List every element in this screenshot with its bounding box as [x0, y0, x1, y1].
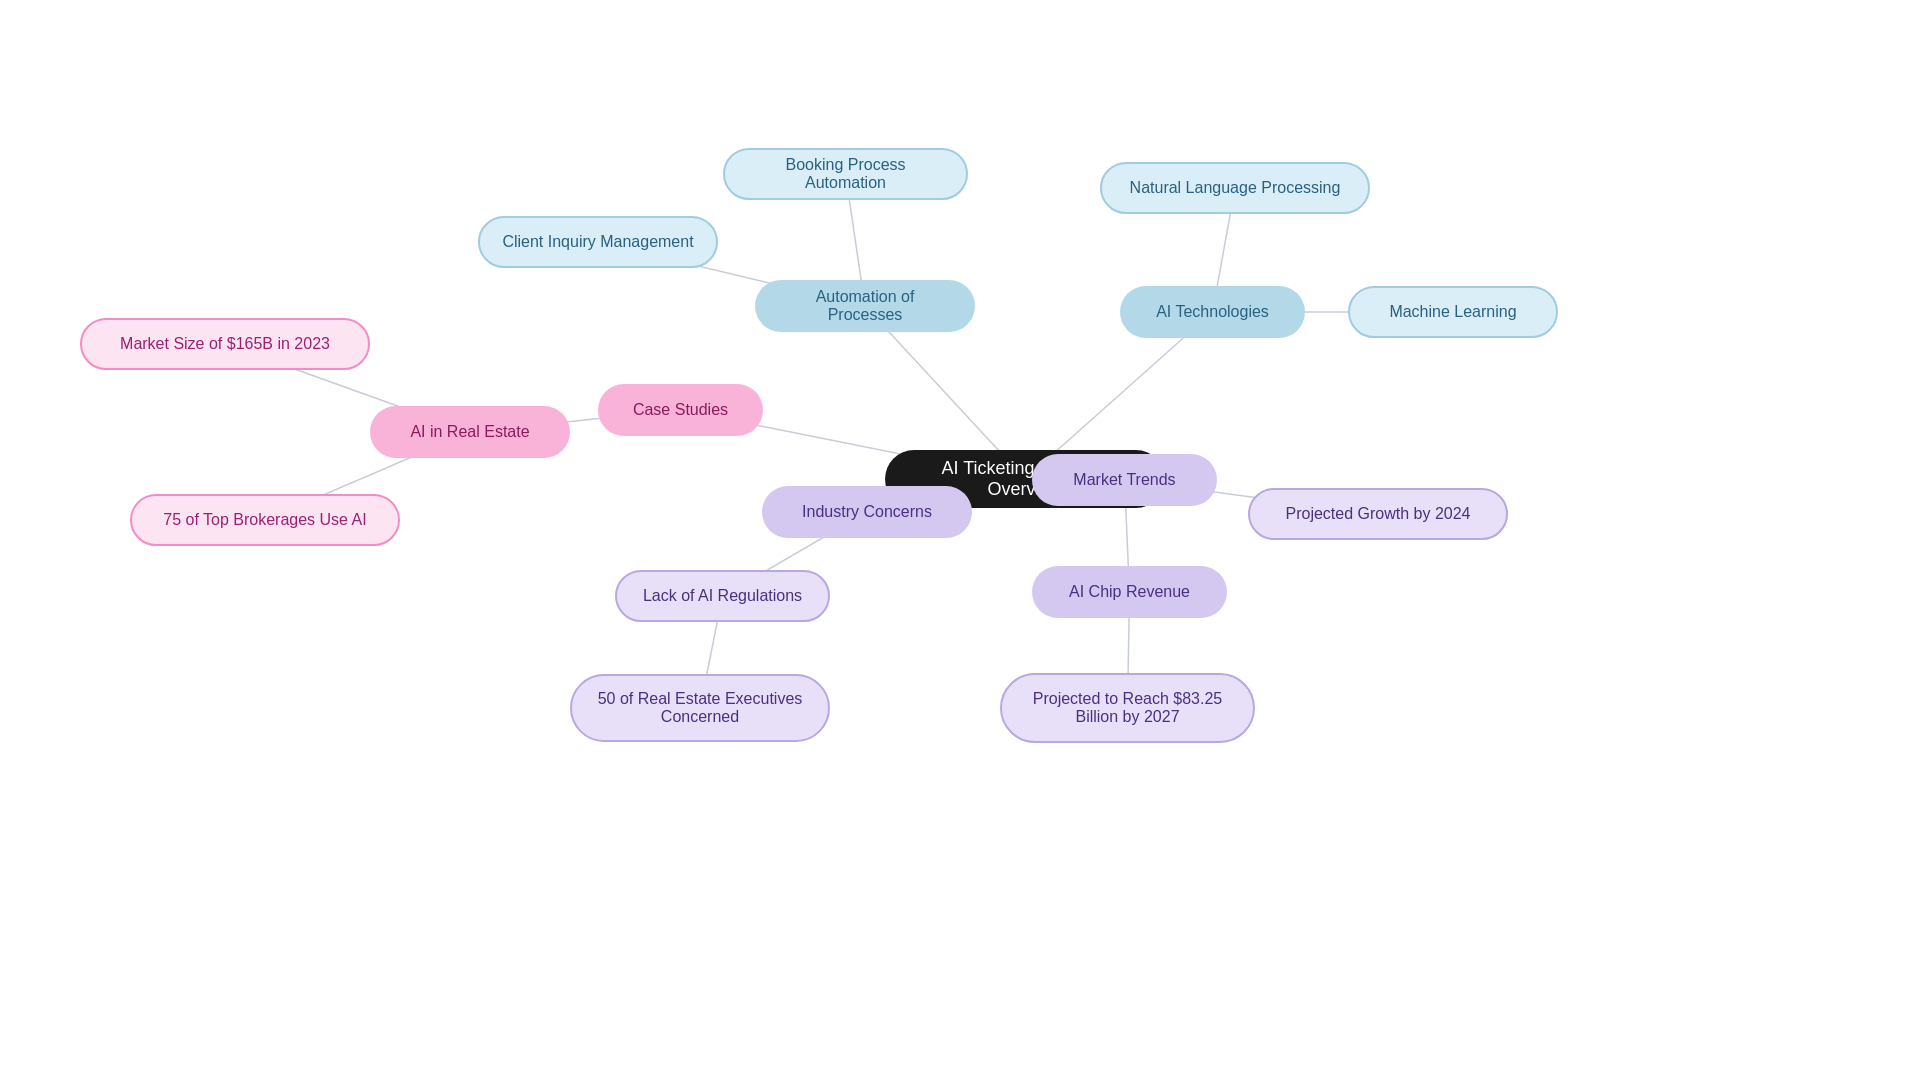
projected-growth-node[interactable]: Projected Growth by 2024: [1248, 488, 1508, 540]
market-size-label: Market Size of $165B in 2023: [120, 335, 330, 353]
ai-technologies-node[interactable]: AI Technologies: [1120, 286, 1305, 338]
automation-label: Automation of Processes: [777, 288, 953, 324]
client-inquiry-label: Client Inquiry Management: [502, 233, 693, 251]
mindmap-container: AI Ticketing Systems Overview Automation…: [0, 0, 1920, 1083]
market-size-node[interactable]: Market Size of $165B in 2023: [80, 318, 370, 370]
market-trends-node[interactable]: Market Trends: [1032, 454, 1217, 506]
projected-growth-label: Projected Growth by 2024: [1286, 505, 1471, 523]
ai-chip-revenue-node[interactable]: AI Chip Revenue: [1032, 566, 1227, 618]
booking-process-automation-node[interactable]: Booking Process Automation: [723, 148, 968, 200]
machine-learning-node[interactable]: Machine Learning: [1348, 286, 1558, 338]
case-studies-node[interactable]: Case Studies: [598, 384, 763, 436]
ai-in-real-estate-node[interactable]: AI in Real Estate: [370, 406, 570, 458]
executives-concerned-node[interactable]: 50 of Real Estate Executives Concerned: [570, 674, 830, 742]
nlp-node[interactable]: Natural Language Processing: [1100, 162, 1370, 214]
industry-concerns-label: Industry Concerns: [802, 503, 932, 521]
client-inquiry-management-node[interactable]: Client Inquiry Management: [478, 216, 718, 268]
automation-of-processes-node[interactable]: Automation of Processes: [755, 280, 975, 332]
market-trends-label: Market Trends: [1073, 471, 1175, 489]
lack-of-regulations-node[interactable]: Lack of AI Regulations: [615, 570, 830, 622]
top-brokerages-node[interactable]: 75 of Top Brokerages Use AI: [130, 494, 400, 546]
industry-concerns-node[interactable]: Industry Concerns: [762, 486, 972, 538]
ml-label: Machine Learning: [1389, 303, 1516, 321]
projected-reach-node[interactable]: Projected to Reach $83.25 Billion by 202…: [1000, 673, 1255, 743]
executives-concerned-label: 50 of Real Estate Executives Concerned: [594, 690, 806, 726]
top-brokerages-label: 75 of Top Brokerages Use AI: [163, 511, 366, 529]
ai-real-estate-label: AI in Real Estate: [410, 423, 529, 441]
nlp-label: Natural Language Processing: [1130, 179, 1341, 197]
ai-chip-revenue-label: AI Chip Revenue: [1069, 583, 1190, 601]
booking-label: Booking Process Automation: [747, 156, 944, 192]
lack-regulations-label: Lack of AI Regulations: [643, 587, 802, 605]
ai-tech-label: AI Technologies: [1156, 303, 1269, 321]
projected-reach-label: Projected to Reach $83.25 Billion by 202…: [1024, 690, 1231, 726]
case-studies-label: Case Studies: [633, 401, 728, 419]
